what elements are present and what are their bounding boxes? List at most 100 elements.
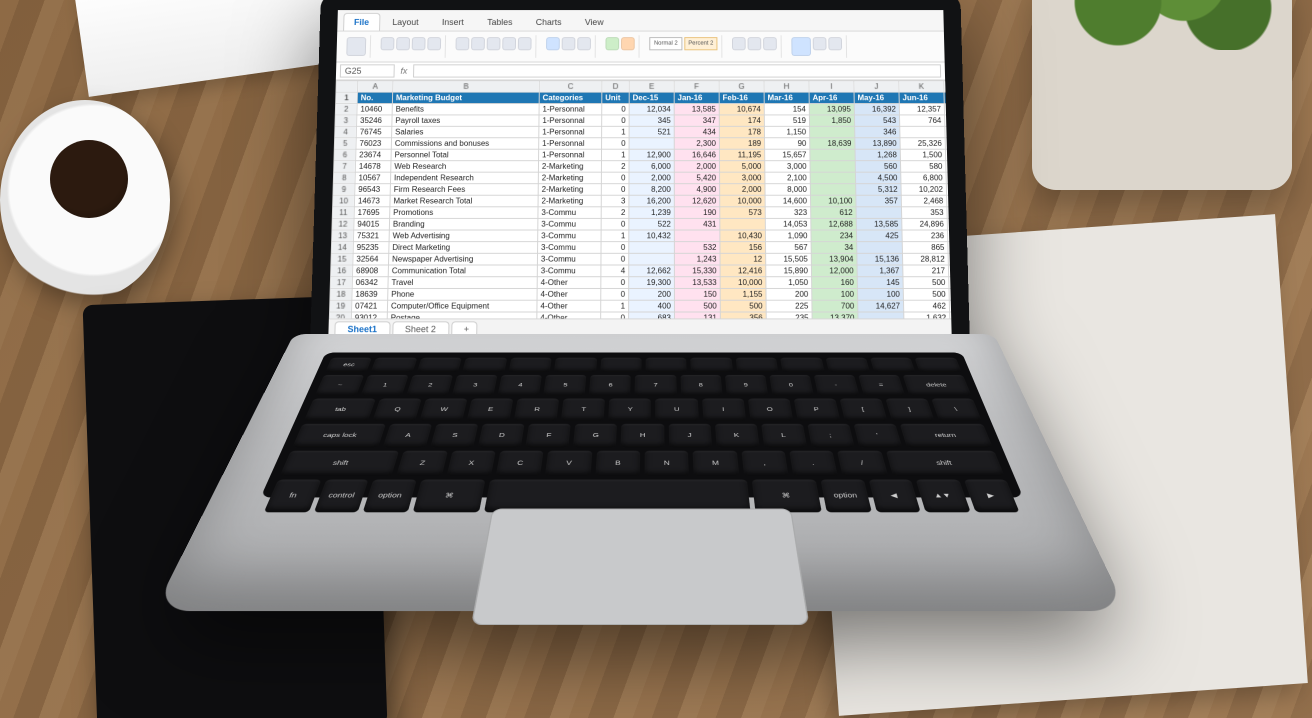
column-header[interactable]: L (944, 81, 952, 92)
cell[interactable]: 1,850 (809, 115, 854, 126)
cell[interactable]: 13,890 (855, 138, 900, 149)
cell[interactable]: Commissions and bonuses (391, 138, 539, 149)
menu-tab-file[interactable]: File (343, 13, 380, 31)
cell[interactable]: 8,200 (629, 184, 674, 196)
cell[interactable]: 96543 (355, 184, 391, 196)
cell[interactable]: 543 (854, 115, 899, 126)
cell[interactable] (856, 207, 902, 219)
wrap-text-icon[interactable] (502, 37, 516, 50)
cell[interactable]: 34 (811, 242, 857, 254)
cell[interactable]: 13,585 (674, 104, 719, 115)
cell[interactable]: 353 (901, 207, 947, 219)
cell-style-chip[interactable]: Normal 2 (649, 37, 682, 50)
cell[interactable]: 15,890 (766, 265, 812, 277)
cell[interactable]: Payroll taxes (392, 115, 539, 126)
cell[interactable]: 1 (601, 149, 629, 160)
table-row[interactable]: 1706342Travel4-Other019,30013,53310,0001… (330, 277, 951, 289)
cell[interactable]: 12 (720, 253, 766, 265)
cell[interactable]: 500 (720, 300, 766, 312)
cell[interactable]: 2,300 (674, 138, 719, 149)
cell[interactable]: 94015 (354, 218, 390, 230)
row-header[interactable]: 16 (331, 265, 353, 277)
format-cells-icon[interactable] (763, 37, 777, 50)
cell[interactable]: 2,000 (629, 172, 674, 184)
cell[interactable] (945, 149, 951, 160)
cell[interactable]: 1-Personnal (539, 138, 602, 149)
cell[interactable]: 0 (601, 218, 629, 230)
cell[interactable]: 357 (856, 195, 902, 207)
table-row[interactable]: 714678Web Research2-Marketing26,0002,000… (334, 161, 952, 172)
cell[interactable]: 700 (812, 300, 858, 312)
row-header[interactable]: 13 (332, 230, 354, 242)
cell[interactable]: 1,367 (857, 265, 903, 277)
cell[interactable]: 15,657 (765, 149, 810, 160)
cell[interactable]: 346 (855, 126, 900, 137)
cell[interactable]: 0 (602, 115, 629, 126)
cell[interactable] (720, 218, 766, 230)
column-header[interactable]: A (357, 81, 392, 92)
cell[interactable]: 225 (766, 300, 812, 312)
cell[interactable]: Personnel Total (391, 149, 539, 160)
row-header[interactable]: 5 (334, 138, 356, 149)
cell[interactable] (900, 126, 945, 137)
cell[interactable]: 3,000 (765, 161, 810, 172)
cell[interactable]: 28,812 (902, 253, 948, 265)
cell[interactable]: 865 (902, 242, 948, 254)
cell[interactable]: 190 (674, 207, 719, 219)
merge-icon[interactable] (518, 37, 532, 50)
cell-styles-icon[interactable] (621, 37, 635, 50)
cell[interactable]: Web Advertising (389, 230, 538, 242)
table-row[interactable]: 1117695Promotions3-Commu21,2391905733236… (332, 207, 951, 219)
cell[interactable]: 3,668 (947, 230, 951, 242)
cell[interactable] (948, 242, 951, 254)
cell[interactable]: 1 (602, 126, 630, 137)
header-cell[interactable]: May-16 (854, 92, 899, 103)
cell[interactable]: 13,370 (812, 312, 858, 318)
cell[interactable]: 334 (944, 104, 951, 115)
cell[interactable] (629, 253, 675, 265)
cell[interactable]: 612 (811, 207, 857, 219)
column-header[interactable]: G (719, 81, 764, 92)
cell[interactable]: 19,300 (629, 277, 675, 289)
cell[interactable]: 189 (719, 138, 764, 149)
cell[interactable]: 519 (764, 115, 809, 126)
cell[interactable]: 16,392 (854, 104, 899, 115)
cell[interactable]: 434 (674, 126, 719, 137)
cell[interactable]: 45,780 (947, 218, 951, 230)
underline-icon[interactable] (412, 37, 426, 50)
cell[interactable]: 5,000 (720, 161, 765, 172)
cell[interactable]: 3,674 (946, 161, 952, 172)
cell[interactable]: 4,500 (855, 172, 901, 184)
cell[interactable]: 4 (601, 265, 629, 277)
table-row[interactable]: 1375321Web Advertising3-Commu110,43210,4… (332, 230, 952, 242)
align-center-icon[interactable] (471, 37, 485, 50)
cell[interactable]: 07421 (351, 300, 387, 312)
cell[interactable]: 13,533 (674, 277, 720, 289)
table-row[interactable]: 1532564Newspaper Advertising3-Commu01,24… (331, 253, 951, 265)
header-cell[interactable]: Dec-15 (629, 92, 674, 103)
cell[interactable]: 462 (903, 300, 949, 312)
cell[interactable]: 0 (601, 312, 629, 318)
cell[interactable]: 0 (601, 172, 629, 184)
cell[interactable]: 23674 (356, 149, 392, 160)
cell[interactable]: 100 (812, 288, 858, 300)
cell[interactable]: 2,468 (901, 195, 947, 207)
row-header[interactable]: 19 (330, 300, 352, 312)
name-box[interactable]: G25 (340, 64, 395, 77)
cell[interactable]: 1-Personnal (539, 115, 602, 126)
cell[interactable]: 10567 (355, 172, 391, 184)
column-header[interactable]: F (674, 81, 719, 92)
cell[interactable]: 15,074 (946, 184, 951, 196)
cell[interactable]: 0 (601, 288, 629, 300)
table-row[interactable]: 1668908Communication Total3-Commu412,662… (331, 265, 952, 277)
cell[interactable] (858, 312, 904, 318)
cell[interactable]: 75321 (353, 230, 389, 242)
cell[interactable]: 10,000 (720, 195, 765, 207)
row-header[interactable]: 9 (333, 184, 355, 196)
insert-cells-icon[interactable] (732, 37, 746, 50)
cell[interactable]: 1-Personnal (539, 149, 602, 160)
menu-tab-tables[interactable]: Tables (476, 13, 523, 31)
cell[interactable]: 500 (903, 277, 949, 289)
filter-icon[interactable] (828, 37, 842, 50)
cell[interactable]: 0 (601, 184, 629, 196)
